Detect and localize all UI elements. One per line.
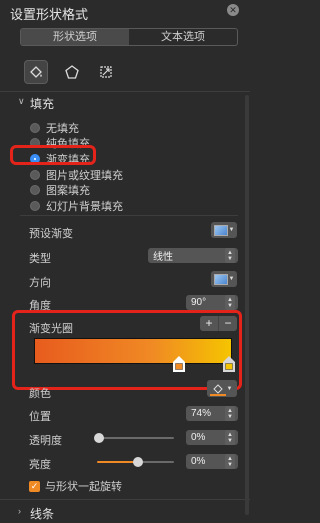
stepper-icon[interactable]: ▲ ▼ (225, 295, 235, 310)
chevron-down-icon: ▼ (226, 385, 233, 392)
radio-button (30, 123, 40, 133)
radio-label: 图片或纹理填充 (46, 170, 123, 182)
transparency-value: 0% (191, 432, 206, 443)
chevron-down-icon: ▼ (228, 227, 235, 233)
transparency-label: 透明度 (29, 435, 62, 447)
preset-gradient-dropdown[interactable]: ▼ (211, 222, 237, 238)
chevron-right-icon[interactable]: › (18, 506, 21, 516)
stepper-icon[interactable]: ▲ ▼ (225, 454, 235, 469)
radio-label: 幻灯片背景填充 (46, 201, 123, 213)
chevron-down-icon: ▼ (228, 276, 235, 282)
tab-shape-options[interactable]: 形状选项 (21, 29, 129, 45)
tab-text-options[interactable]: 文本选项 (129, 29, 237, 45)
chevron-down-icon[interactable]: ∨ (18, 96, 25, 107)
paint-bucket-icon (212, 383, 223, 394)
brightness-slider-knob[interactable] (133, 457, 143, 467)
scrollbar[interactable] (245, 95, 249, 515)
transparency-slider-track[interactable] (97, 437, 174, 439)
type-label: 类型 (29, 253, 51, 265)
angle-input[interactable]: 90° ▲ ▼ (186, 295, 238, 310)
position-label: 位置 (29, 411, 51, 423)
radio-button (30, 201, 40, 211)
angle-value: 90° (191, 297, 207, 308)
divider (0, 91, 250, 92)
radio-slide-background-fill[interactable]: 幻灯片背景填充 (30, 198, 123, 214)
radio-button (30, 185, 40, 195)
type-select[interactable]: 线性 ▲ ▼ (148, 248, 238, 263)
direction-swatch (213, 273, 228, 285)
position-value: 74% (191, 408, 212, 419)
radio-label: 无填充 (46, 123, 79, 135)
rotate-label: 与形状一起旋转 (45, 481, 122, 493)
divider (20, 215, 238, 216)
gradient-swatch (213, 224, 228, 236)
radio-no-fill[interactable]: 无填充 (30, 120, 79, 136)
radio-picture-texture-fill[interactable]: 图片或纹理填充 (30, 167, 123, 183)
radio-label: 图案填充 (46, 185, 90, 197)
fill-section-header[interactable]: 填充 (30, 95, 54, 112)
brightness-value: 0% (191, 456, 206, 467)
rotate-with-shape-checkbox[interactable]: ✓ 与形状一起旋转 (29, 478, 122, 494)
options-segmented-control: 形状选项 文本选项 (20, 28, 238, 46)
direction-label: 方向 (29, 277, 51, 289)
highlight-gradient-fill (10, 145, 96, 165)
highlight-gradient-stops (12, 310, 242, 390)
divider (0, 499, 250, 500)
transparency-slider-knob[interactable] (94, 433, 104, 443)
brightness-input[interactable]: 0% ▲ ▼ (186, 454, 238, 469)
preset-gradient-label: 预设渐变 (29, 228, 73, 240)
line-section-header[interactable]: 线条 (30, 505, 54, 522)
direction-dropdown[interactable]: ▼ (211, 271, 237, 287)
select-arrows-icon: ▲ ▼ (225, 248, 235, 263)
stepper-icon[interactable]: ▲ ▼ (225, 430, 235, 445)
position-input[interactable]: 74% ▲ ▼ (186, 406, 238, 421)
radio-pattern-fill[interactable]: 图案填充 (30, 182, 90, 198)
checkmark-icon: ✓ (29, 480, 40, 492)
type-value: 线性 (153, 252, 173, 263)
close-icon[interactable]: ✕ (227, 4, 239, 16)
paint-bucket-icon[interactable] (24, 60, 48, 84)
stepper-icon[interactable]: ▲ ▼ (225, 406, 235, 421)
brightness-label: 亮度 (29, 459, 51, 471)
transparency-input[interactable]: 0% ▲ ▼ (186, 430, 238, 445)
pentagon-icon[interactable] (60, 60, 84, 84)
panel-title: 设置形状格式 (10, 7, 89, 22)
color-label: 颜色 (29, 388, 51, 400)
color-indicator (210, 394, 226, 396)
size-properties-icon[interactable] (94, 60, 118, 84)
radio-button (30, 170, 40, 180)
